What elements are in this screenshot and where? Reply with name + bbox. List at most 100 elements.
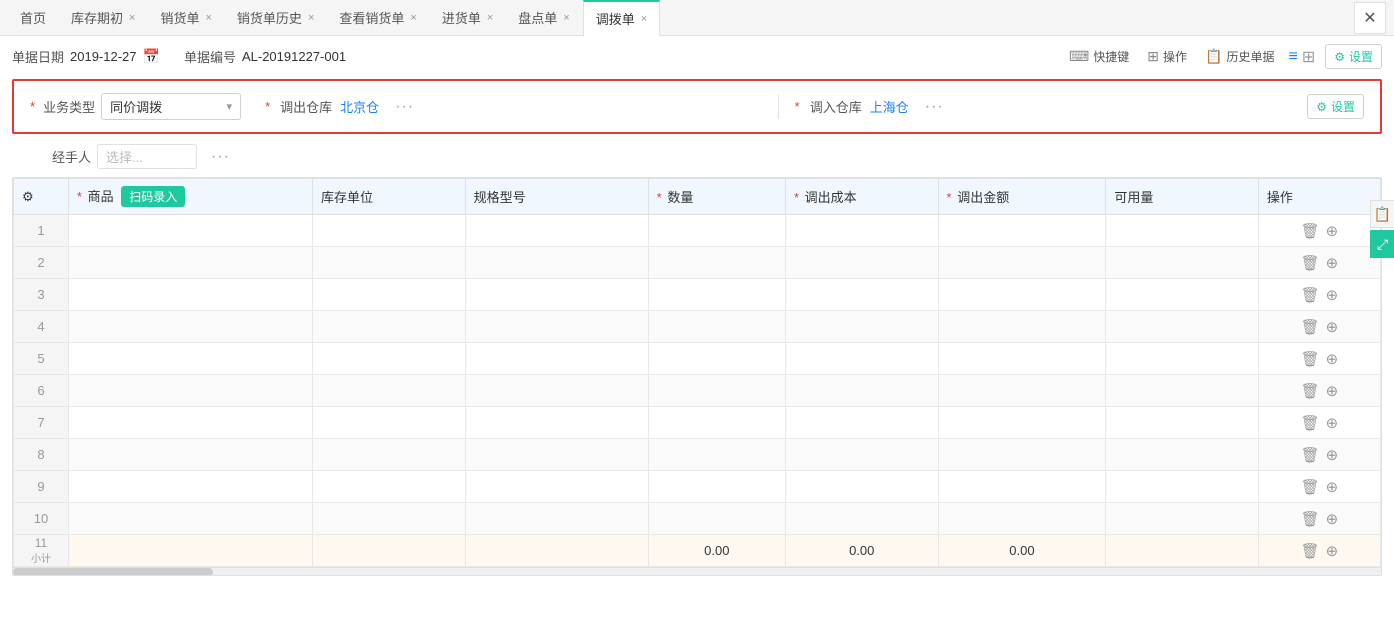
tab-sales-history[interactable]: 销货单历史 × — [225, 0, 327, 36]
row-product-6[interactable] — [68, 375, 312, 407]
row-amount-2[interactable] — [938, 247, 1106, 279]
copy-row-7-icon[interactable]: ⊕ — [1326, 414, 1339, 432]
row-spec-10[interactable] — [465, 503, 648, 535]
delete-row-3-icon[interactable]: 🗑 — [1301, 286, 1320, 304]
handler-more-button[interactable]: ··· — [211, 148, 230, 166]
row-amount-9[interactable] — [938, 471, 1106, 503]
tab-home[interactable]: 首页 — [8, 0, 59, 36]
row-spec-9[interactable] — [465, 471, 648, 503]
row-product-5[interactable] — [68, 343, 312, 375]
row-qty-6[interactable] — [648, 375, 785, 407]
row-qty-4[interactable] — [648, 311, 785, 343]
row-product-7[interactable] — [68, 407, 312, 439]
row-amount-10[interactable] — [938, 503, 1106, 535]
close-tab-purchase-order[interactable]: × — [487, 12, 493, 24]
delete-row-6-icon[interactable]: 🗑 — [1301, 382, 1320, 400]
row-amount-5[interactable] — [938, 343, 1106, 375]
handler-select[interactable]: 选择... — [97, 144, 197, 169]
row-amount-4[interactable] — [938, 311, 1106, 343]
scrollbar-thumb[interactable] — [13, 568, 213, 576]
row-product-2[interactable] — [68, 247, 312, 279]
close-tab-inventory-check[interactable]: × — [563, 12, 569, 24]
delete-row-5-icon[interactable]: 🗑 — [1301, 350, 1320, 368]
row-amount-7[interactable] — [938, 407, 1106, 439]
row-qty-3[interactable] — [648, 279, 785, 311]
row-product-9[interactable] — [68, 471, 312, 503]
row-spec-7[interactable] — [465, 407, 648, 439]
delete-row-2-icon[interactable]: 🗑 — [1301, 254, 1320, 272]
delete-row-10-icon[interactable]: 🗑 — [1301, 510, 1320, 528]
row-spec-6[interactable] — [465, 375, 648, 407]
row-unit-1[interactable] — [313, 215, 466, 247]
copy-row-10-icon[interactable]: ⊕ — [1326, 510, 1339, 528]
settings-button[interactable]: ⚙ 设置 — [1325, 44, 1382, 69]
tab-purchase-order[interactable]: 进货单 × — [430, 0, 506, 36]
tab-inventory-init[interactable]: 库存期初 × — [59, 0, 148, 36]
tab-view-sales[interactable]: 查看销货单 × — [327, 0, 429, 36]
copy-row-6-icon[interactable]: ⊕ — [1326, 382, 1339, 400]
row-unit-7[interactable] — [313, 407, 466, 439]
row-cost-9[interactable] — [785, 471, 938, 503]
row-product-1[interactable] — [68, 215, 312, 247]
warehouse-in-more-button[interactable]: ··· — [925, 98, 944, 116]
delete-row-9-icon[interactable]: 🗑 — [1301, 478, 1320, 496]
close-tab-view-sales[interactable]: × — [410, 12, 416, 24]
row-spec-1[interactable] — [465, 215, 648, 247]
warehouse-settings-button[interactable]: ⚙ 设置 — [1307, 94, 1364, 119]
row-cost-8[interactable] — [785, 439, 938, 471]
copy-row-9-icon[interactable]: ⊕ — [1326, 478, 1339, 496]
copy-row-1-icon[interactable]: ⊕ — [1326, 222, 1339, 240]
row-unit-3[interactable] — [313, 279, 466, 311]
row-cost-3[interactable] — [785, 279, 938, 311]
horizontal-scrollbar[interactable] — [13, 567, 1381, 575]
row-amount-6[interactable] — [938, 375, 1106, 407]
delete-row-8-icon[interactable]: 🗑 — [1301, 446, 1320, 464]
row-spec-3[interactable] — [465, 279, 648, 311]
delete-row-4-icon[interactable]: 🗑 — [1301, 318, 1320, 336]
right-panel-expand-button[interactable]: ⤢ — [1370, 230, 1394, 258]
col-header-settings[interactable]: ⚙ — [14, 179, 69, 215]
close-tab-sales-history[interactable]: × — [308, 12, 314, 24]
close-tab-transfer-order[interactable]: × — [641, 13, 647, 25]
tab-transfer-order[interactable]: 调拨单 × — [583, 0, 660, 36]
operations-button[interactable]: ⊞ 操作 — [1143, 46, 1191, 67]
copy-row-4-icon[interactable]: ⊕ — [1326, 318, 1339, 336]
calendar-icon[interactable]: 📅 — [143, 48, 160, 65]
delete-row-7-icon[interactable]: 🗑 — [1301, 414, 1320, 432]
row-cost-4[interactable] — [785, 311, 938, 343]
row-unit-6[interactable] — [313, 375, 466, 407]
shortcuts-button[interactable]: ⌨ 快捷键 — [1065, 46, 1133, 67]
warehouse-out-more-button[interactable]: ··· — [395, 98, 414, 116]
row-spec-5[interactable] — [465, 343, 648, 375]
business-type-select[interactable]: 同价调拨 ▾ — [101, 93, 241, 120]
row-qty-5[interactable] — [648, 343, 785, 375]
row-qty-8[interactable] — [648, 439, 785, 471]
warehouse-out-value[interactable]: 北京仓 — [340, 97, 379, 116]
row-qty-7[interactable] — [648, 407, 785, 439]
row-unit-9[interactable] — [313, 471, 466, 503]
list-view-icon[interactable]: ⊞ — [1302, 47, 1315, 67]
history-button[interactable]: 📋 历史单据 — [1201, 46, 1278, 67]
row-amount-8[interactable] — [938, 439, 1106, 471]
copy-row-2-icon[interactable]: ⊕ — [1326, 254, 1339, 272]
row-cost-5[interactable] — [785, 343, 938, 375]
delete-row-1-icon[interactable]: 🗑 — [1301, 222, 1320, 240]
copy-row-3-icon[interactable]: ⊕ — [1326, 286, 1339, 304]
row-product-4[interactable] — [68, 311, 312, 343]
copy-icon[interactable]: ⊕ — [1326, 542, 1339, 560]
row-unit-8[interactable] — [313, 439, 466, 471]
copy-row-5-icon[interactable]: ⊕ — [1326, 350, 1339, 368]
grid-view-icon[interactable]: ≡ — [1288, 48, 1297, 66]
row-spec-8[interactable] — [465, 439, 648, 471]
row-amount-1[interactable] — [938, 215, 1106, 247]
row-product-8[interactable] — [68, 439, 312, 471]
row-spec-2[interactable] — [465, 247, 648, 279]
table-scroll-container[interactable]: ⚙ 商品 扫码录入 库存单位 规格型号 — [13, 178, 1381, 567]
row-cost-6[interactable] — [785, 375, 938, 407]
row-cost-10[interactable] — [785, 503, 938, 535]
row-product-3[interactable] — [68, 279, 312, 311]
delete-icon[interactable]: 🗑 — [1301, 542, 1320, 560]
copy-row-8-icon[interactable]: ⊕ — [1326, 446, 1339, 464]
warehouse-in-value[interactable]: 上海仓 — [870, 97, 909, 116]
row-qty-1[interactable] — [648, 215, 785, 247]
